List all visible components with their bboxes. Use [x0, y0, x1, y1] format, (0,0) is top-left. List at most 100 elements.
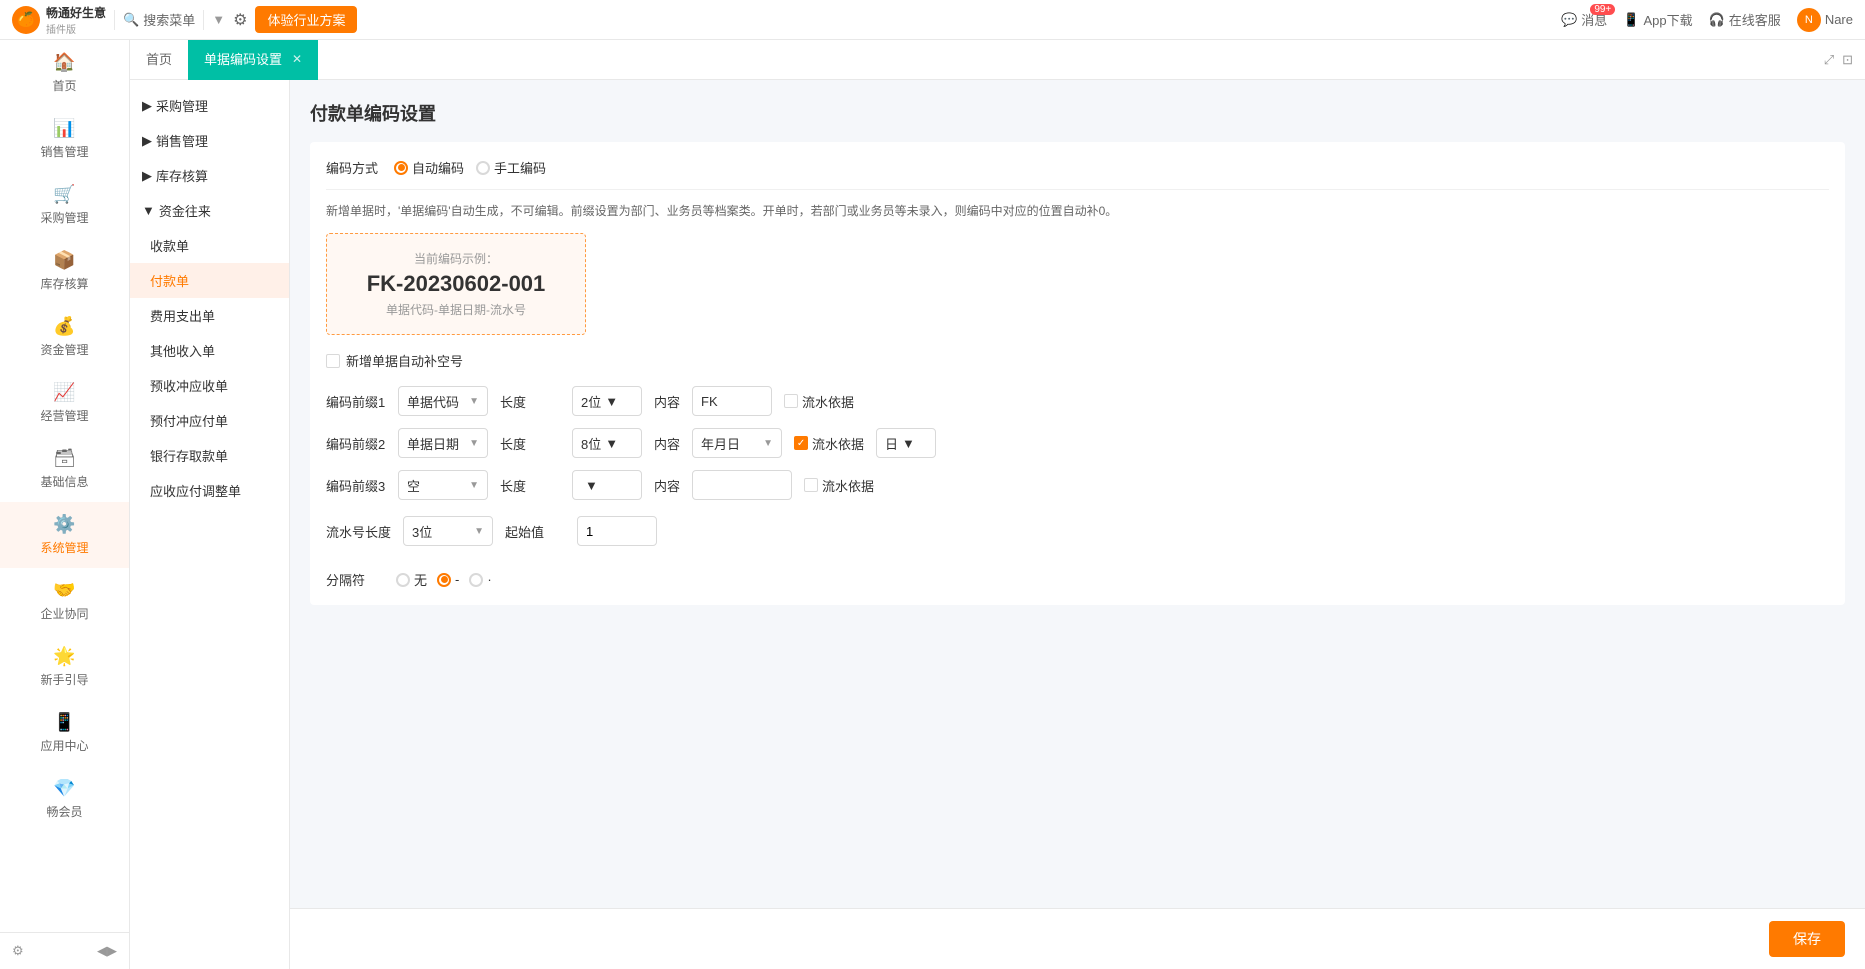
tab-fullscreen-icon[interactable]: ⊡: [1842, 52, 1853, 68]
page-title: 付款单编码设置: [310, 100, 1845, 126]
sep-dash[interactable]: -: [437, 572, 459, 587]
prefix1-content-input[interactable]: FK: [692, 386, 772, 416]
sub-menu-group-inventory: ▶ 库存核算: [130, 158, 289, 193]
sidebar-item-purchase[interactable]: 🛒 采购管理: [0, 172, 129, 238]
prefix2-content-select[interactable]: 年月日 ▼: [692, 428, 782, 458]
prefix1-select[interactable]: 单据代码 ▼: [398, 386, 488, 416]
prefix3-content-input[interactable]: [692, 470, 792, 500]
sub-menu-item-advance-receipt[interactable]: 预收冲应收单: [130, 368, 289, 403]
sub-menu-header-purchase[interactable]: ▶ 采购管理: [130, 88, 289, 123]
operations-icon: 📈: [53, 382, 75, 403]
sidebar-item-operations[interactable]: 📈 经营管理: [0, 370, 129, 436]
search-label: 搜索菜单: [143, 10, 195, 29]
main: 首页 单据编码设置 ✕ ⤢ ⊡ ▶ 采购管理: [130, 40, 1865, 969]
prefix2-serial-checkbox[interactable]: ✓ 流水依据: [794, 434, 864, 453]
radio-auto-encode[interactable]: 自动编码: [394, 158, 464, 177]
sidebar-item-basic[interactable]: 🗃 基础信息: [0, 436, 129, 502]
sub-menu-item-other-income[interactable]: 其他收入单: [130, 333, 289, 368]
message-icon: 💬: [1561, 12, 1577, 28]
sub-menu-header-inventory[interactable]: ▶ 库存核算: [130, 158, 289, 193]
app-download-button[interactable]: 📱 App下载: [1623, 10, 1692, 29]
apps-icon: 📱: [53, 712, 75, 733]
auto-fill-label: 新增单据自动补空号: [346, 351, 463, 370]
save-button[interactable]: 保存: [1769, 921, 1845, 957]
radio-group-encode: 自动编码 手工编码: [394, 158, 546, 177]
sidebar-bottom: ⚙ ◀▶: [0, 932, 129, 969]
brand: 🍊 畅通好生意 插件版: [12, 4, 106, 36]
prefix3-content-label: 内容: [654, 476, 680, 495]
tab-close-icon[interactable]: ✕: [292, 52, 302, 66]
message-badge: 99+: [1590, 4, 1615, 15]
prefix3-serial-box: [804, 478, 818, 492]
serial-length-value: 3位: [412, 522, 432, 541]
sidebar-item-apps[interactable]: 📱 应用中心: [0, 700, 129, 766]
mobile-icon: 📱: [1623, 12, 1639, 28]
basic-icon: 🗃: [53, 448, 76, 469]
auto-fill-checkbox[interactable]: [326, 354, 340, 368]
prefix3-length-select[interactable]: ▼: [572, 470, 642, 500]
sidebar-item-guide[interactable]: 🌟 新手引导: [0, 634, 129, 700]
prefix2-date-select[interactable]: 日 ▼: [876, 428, 936, 458]
sub-menu-item-adjustment[interactable]: 应收应付调整单: [130, 473, 289, 508]
tab-encode-settings[interactable]: 单据编码设置 ✕: [188, 40, 318, 80]
sales-icon: 📊: [53, 118, 75, 139]
prefix2-date-value: 日: [885, 434, 898, 453]
tab-expand-icon[interactable]: ⤢: [1824, 52, 1834, 68]
prefix2-length-select[interactable]: 8位 ▼: [572, 428, 642, 458]
sub-menu-item-advance-payment[interactable]: 预付冲应付单: [130, 403, 289, 438]
sep-dot[interactable]: ·: [469, 572, 491, 587]
start-value-input[interactable]: [577, 516, 657, 546]
sub-menu-item-bank[interactable]: 银行存取款单: [130, 438, 289, 473]
prefix1-content-value: FK: [701, 394, 718, 409]
experience-button[interactable]: 体验行业方案: [255, 6, 357, 33]
sub-menu-item-expense[interactable]: 费用支出单: [130, 298, 289, 333]
prefix1-serial-checkbox[interactable]: 流水依据: [784, 392, 854, 411]
sub-sidebar: ▶ 采购管理 ▶ 销售管理 ▶ 库存核算: [130, 80, 290, 969]
sub-menu-fund-label: 资金往来: [159, 201, 211, 220]
user-avatar[interactable]: N Nare: [1797, 8, 1853, 32]
prefix2-content-label: 内容: [654, 434, 680, 453]
sidebar-item-home[interactable]: 🏠 首页: [0, 40, 129, 106]
sidebar-label-purchase: 采购管理: [40, 209, 88, 226]
sep-none-circle: [396, 573, 410, 587]
collapse-icon[interactable]: ◀▶: [97, 943, 117, 959]
sep-none[interactable]: 无: [396, 570, 427, 589]
layout: 🏠 首页 📊 销售管理 🛒 采购管理 📦 库存核算 💰 资金管理 📈 经: [0, 40, 1865, 969]
enterprise-icon: 🤝: [53, 580, 75, 601]
sidebar-item-enterprise[interactable]: 🤝 企业协同: [0, 568, 129, 634]
settings-icon[interactable]: ⚙: [233, 10, 247, 30]
radio-manual-encode[interactable]: 手工编码: [476, 158, 546, 177]
prefix1-length-select[interactable]: 2位 ▼: [572, 386, 642, 416]
online-service-button[interactable]: 🎧 在线客服: [1709, 10, 1781, 29]
prefix3-label: 编码前缀3: [326, 476, 386, 495]
example-box: 当前编码示例： FK-20230602-001 单据代码-单据日期-流水号: [326, 233, 586, 335]
sidebar-label-apps: 应用中心: [40, 737, 88, 754]
sidebar-item-finance[interactable]: 💰 资金管理: [0, 304, 129, 370]
sidebar-item-inventory[interactable]: 📦 库存核算: [0, 238, 129, 304]
sub-menu-header-fund[interactable]: ▼ 资金往来: [130, 193, 289, 228]
manual-encode-label: 手工编码: [494, 158, 546, 177]
chevron-down-icon[interactable]: ▼: [212, 12, 225, 27]
serial-length-select[interactable]: 3位 ▼: [403, 516, 493, 546]
sidebar-label-home: 首页: [52, 77, 76, 94]
prefix3-select[interactable]: 空 ▼: [398, 470, 488, 500]
sub-menu-item-payment[interactable]: 付款单: [130, 263, 289, 298]
search-menu[interactable]: 🔍 搜索菜单: [123, 10, 195, 29]
message-button[interactable]: 💬 消息 99+: [1561, 10, 1607, 29]
settings-bottom-icon[interactable]: ⚙: [12, 943, 24, 959]
serial-length-label: 流水号长度: [326, 522, 391, 541]
prefix3-serial-checkbox[interactable]: 流水依据: [804, 476, 874, 495]
prefix2-select[interactable]: 单据日期 ▼: [398, 428, 488, 458]
sidebar-item-sales[interactable]: 📊 销售管理: [0, 106, 129, 172]
brand-text: 畅通好生意 插件版: [46, 4, 106, 36]
example-label: 当前编码示例：: [347, 250, 565, 267]
app-download-label: App下载: [1643, 10, 1692, 29]
tab-home[interactable]: 首页: [130, 40, 188, 80]
sidebar-label-inventory: 库存核算: [40, 275, 88, 292]
new-auto-fill-row: 新增单据自动补空号: [326, 351, 1829, 370]
sub-menu-header-sales[interactable]: ▶ 销售管理: [130, 123, 289, 158]
sub-menu-item-receipt[interactable]: 收款单: [130, 228, 289, 263]
sidebar-item-system[interactable]: ⚙️ 系统管理: [0, 502, 129, 568]
separator-row: 分隔符 无 -: [326, 570, 1829, 589]
sidebar-item-member[interactable]: 💎 畅会员: [0, 766, 129, 832]
